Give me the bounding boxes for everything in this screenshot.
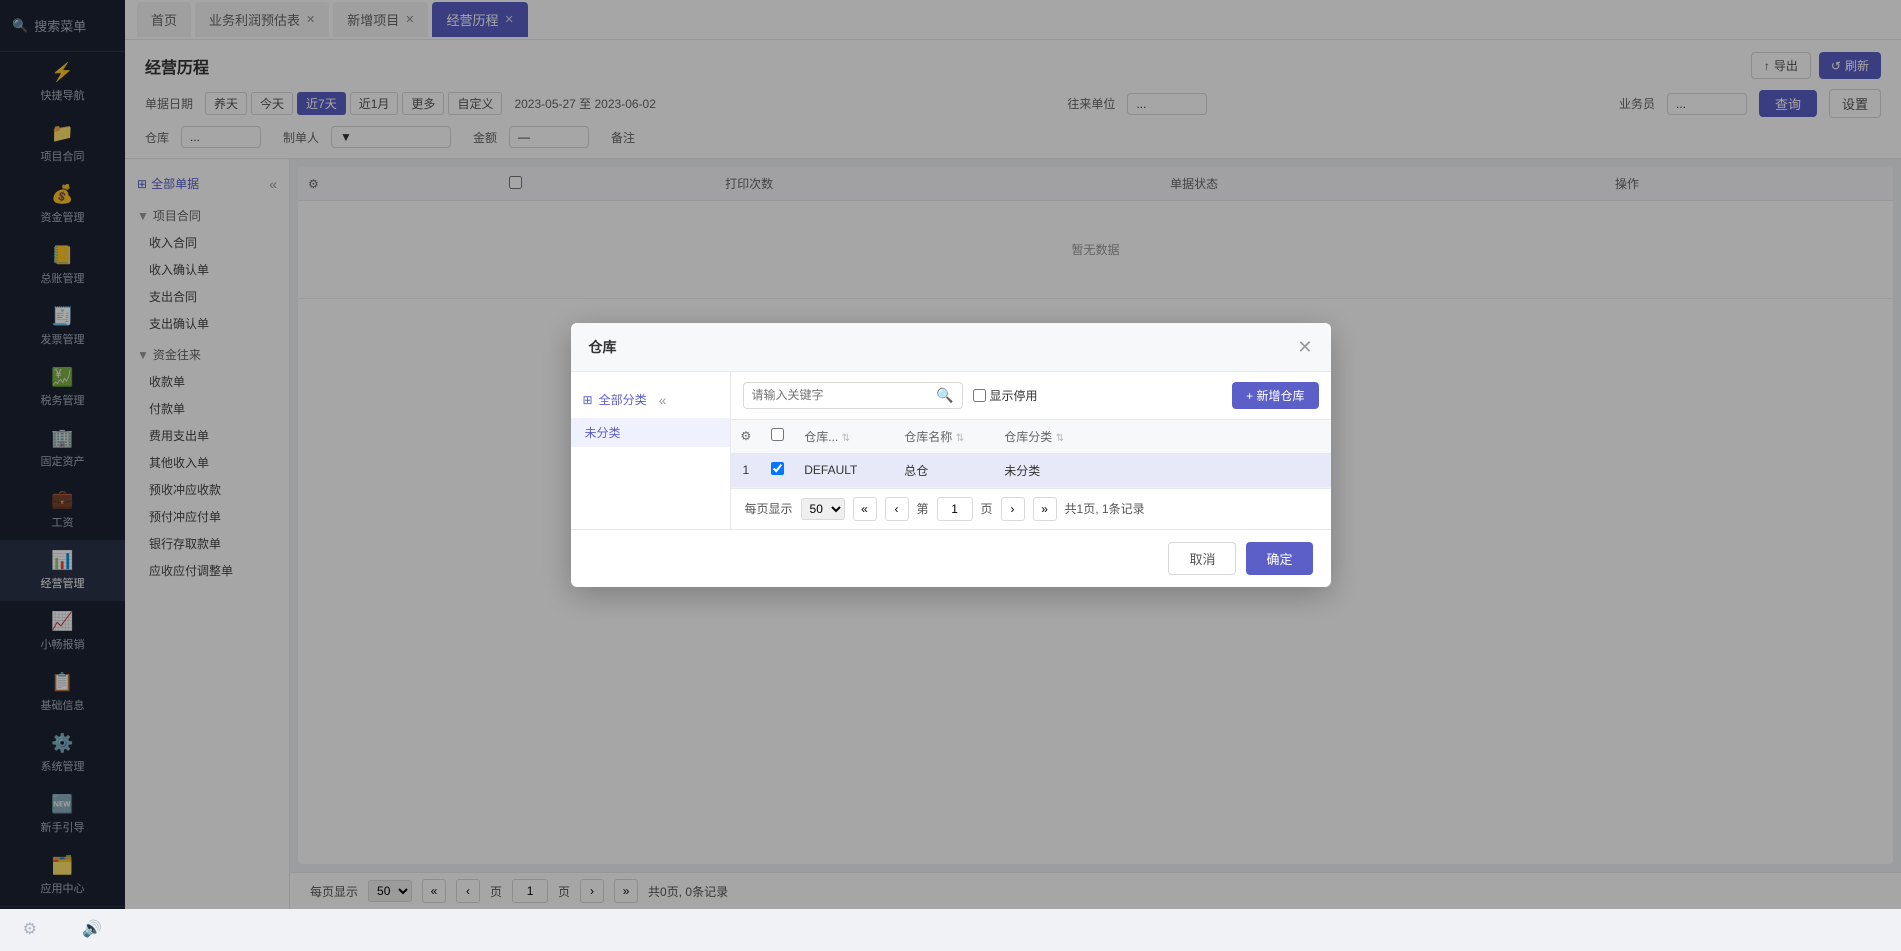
modal-page-label: 第 [917,500,929,517]
warehouse-modal: 仓库 ✕ ⊞ 全部分类 « 未分类 🔍 [571,323,1331,587]
table-row[interactable]: 1 DEFAULT 总仓 未分类 [731,453,1331,487]
modal-total-text: 共1页, 1条记录 [1065,500,1145,517]
modal-right-panel: 🔍 显示停用 + 新增仓库 ⚙ [731,372,1331,529]
modal-close-button[interactable]: ✕ [1297,338,1312,356]
modal-left-item-unclassified[interactable]: 未分类 [571,418,730,447]
modal-select-all[interactable] [771,428,784,441]
sort-icon-name: ⇅ [956,433,964,444]
row-check-cell[interactable] [761,453,794,487]
show-disabled-checkbox[interactable] [973,389,986,402]
modal-cancel-button[interactable]: 取消 [1168,542,1236,575]
modal-overlay: 仓库 ✕ ⊞ 全部分类 « 未分类 🔍 [0,0,1901,909]
modal-search-icon[interactable]: 🔍 [936,387,953,404]
sort-icon-cat: ⇅ [1056,433,1064,444]
add-warehouse-button[interactable]: + 新增仓库 [1232,382,1318,409]
modal-left-panel: ⊞ 全部分类 « 未分类 [571,372,731,529]
modal-table-area: ⚙ 仓库... ⇅ 仓库名称 [731,420,1331,488]
modal-search-box: 🔍 [743,382,963,409]
modal-page-size-label: 每页显示 [745,500,793,517]
modal-page-suffix: 页 [981,500,993,517]
modal-left-collapse-btn[interactable]: « [653,388,673,412]
row-name-cell: 总仓 [894,453,994,487]
modal-action-footer: 取消 确定 [571,529,1331,587]
modal-left-header: ⊞ 全部分类 « [571,382,730,418]
settings-gear-icon: ⚙ [741,429,752,443]
modal-header: 仓库 ✕ [571,323,1331,372]
modal-title: 仓库 [589,337,617,357]
modal-search-input[interactable] [752,388,937,402]
volume-icon[interactable]: 🔊 [74,915,110,943]
modal-last-btn[interactable]: » [1033,497,1057,521]
settings-icon[interactable]: ⚙ [15,915,45,943]
modal-pagination: 每页显示 50 « ‹ 第 页 › » 共1页, 1条记录 [731,488,1331,529]
row-settings-cell: 1 [731,453,762,487]
modal-toolbar: 🔍 显示停用 + 新增仓库 [731,372,1331,420]
grid-icon-modal: ⊞ [583,393,593,407]
modal-table: ⚙ 仓库... ⇅ 仓库名称 [731,420,1331,488]
modal-prev-btn[interactable]: ‹ [885,497,909,521]
modal-page-input[interactable] [937,497,973,521]
modal-col-name: 仓库名称 ⇅ [894,420,994,454]
sort-icon: ⇅ [842,433,850,444]
row-checkbox[interactable] [771,462,784,475]
modal-left-title[interactable]: 全部分类 [599,391,647,408]
show-disabled-label: 显示停用 [973,387,1038,404]
modal-first-btn[interactable]: « [853,497,877,521]
row-code-cell: DEFAULT [794,453,894,487]
sidebar-bottom: ⚙ 🔊 [0,906,125,951]
modal-body: ⊞ 全部分类 « 未分类 🔍 显示停用 [571,372,1331,529]
modal-next-btn[interactable]: › [1001,497,1025,521]
row-category-cell: 未分类 [994,453,1330,487]
modal-col-settings[interactable]: ⚙ [731,420,762,454]
modal-col-code: 仓库... ⇅ [794,420,894,454]
modal-col-category: 仓库分类 ⇅ [994,420,1330,454]
modal-confirm-button[interactable]: 确定 [1246,542,1312,575]
modal-page-size-select[interactable]: 50 [801,498,845,520]
modal-col-check[interactable] [761,420,794,454]
